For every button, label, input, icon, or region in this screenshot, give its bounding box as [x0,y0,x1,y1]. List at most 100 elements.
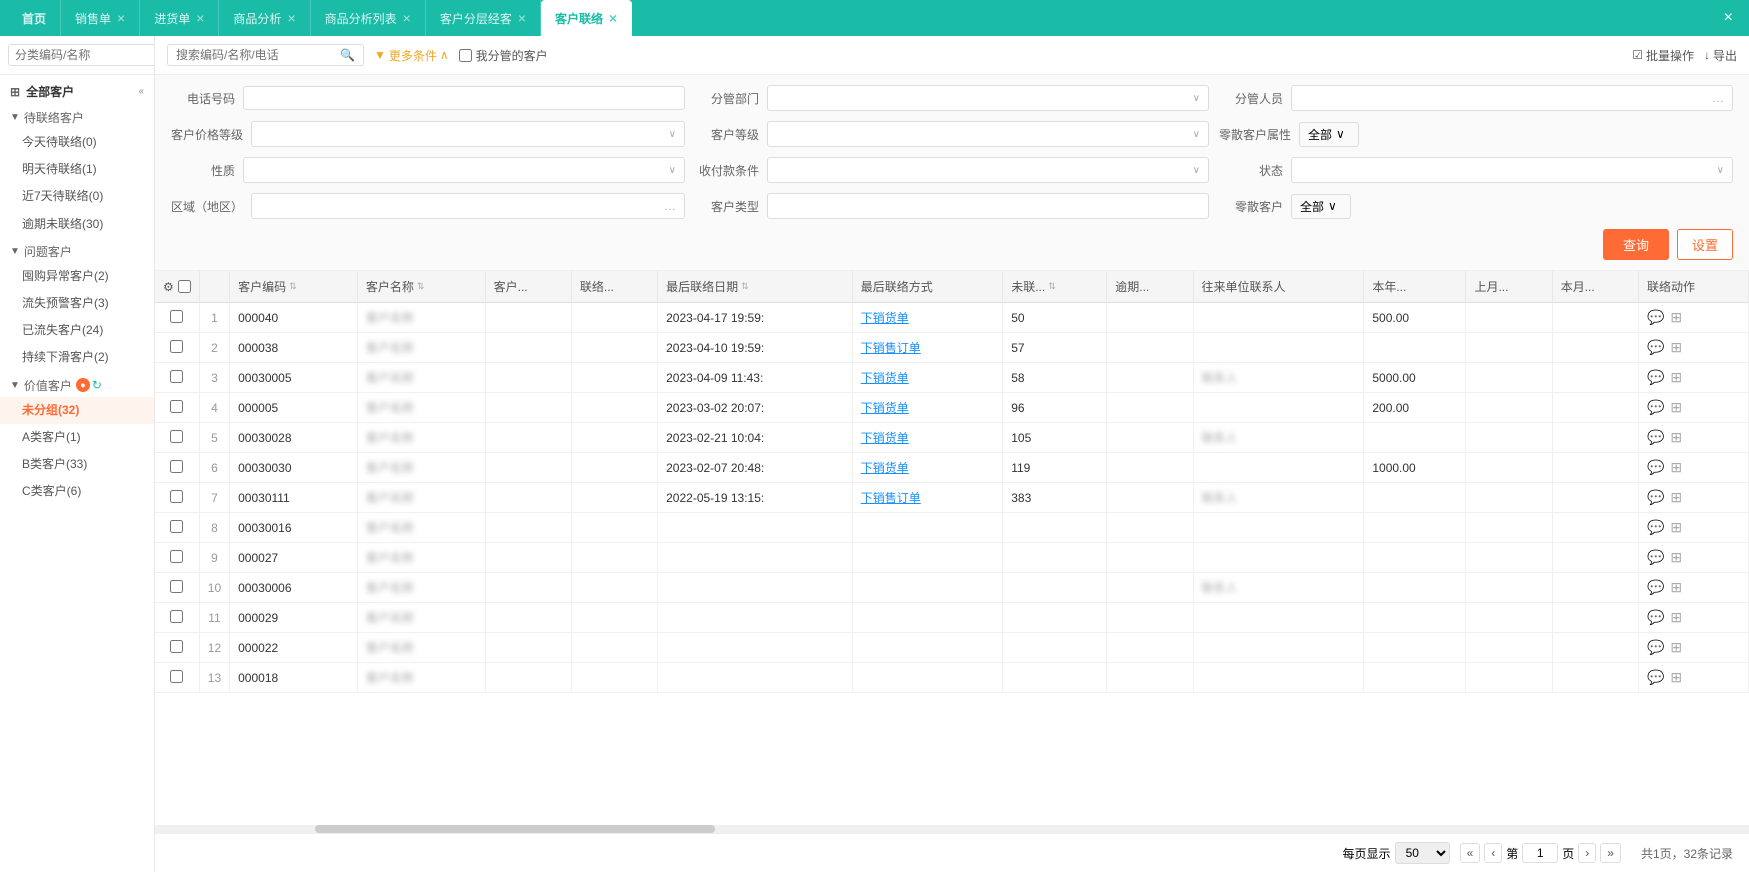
contact-grid-icon-3[interactable]: ⊞ [1670,399,1682,416]
tab-product-analysis-list[interactable]: 商品分析列表 × [311,0,426,36]
sidebar-problem-customers-title[interactable]: ▼ 问题客户 [0,238,154,263]
window-close-button[interactable]: × [1716,9,1741,27]
contact-chat-icon-7[interactable]: 💬 [1647,519,1664,536]
row-checkbox-8[interactable] [170,550,183,563]
row-code-8[interactable]: 000027 [230,543,358,573]
status-select[interactable]: ∨ [1291,157,1733,183]
row-last-contact-method-6[interactable]: 下销售订单 [852,483,1003,513]
row-last-contact-method-3[interactable]: 下销货单 [852,393,1003,423]
row-code-3[interactable]: 000005 [230,393,358,423]
tab-customer-contact-close[interactable]: × [609,10,617,26]
contact-grid-icon-0[interactable]: ⊞ [1670,309,1682,326]
contact-grid-icon-5[interactable]: ⊞ [1670,459,1682,476]
sidebar-item-churn-warning[interactable]: 流失预警客户(3) [0,290,154,317]
gender-select[interactable]: ∨ [243,157,685,183]
row-last-contact-method-8[interactable] [852,543,1003,573]
row-code-2[interactable]: 00030005 [230,363,358,393]
per-page-select[interactable]: 50 20 100 [1395,842,1450,864]
sidebar-item-class-c[interactable]: C类客户(6) [0,478,154,505]
row-name-2[interactable]: 客户名称 [357,363,485,393]
tab-product-analysis-list-close[interactable]: × [403,10,411,26]
area-select[interactable]: … [251,193,685,219]
row-last-contact-method-9[interactable] [852,573,1003,603]
row-checkbox-0[interactable] [170,310,183,323]
tab-product-analysis-close[interactable]: × [287,10,295,26]
sidebar-search-input[interactable] [8,44,155,66]
next-page-btn[interactable]: › [1578,843,1596,863]
first-page-btn[interactable]: « [1460,843,1481,863]
row-last-contact-method-2[interactable]: 下销货单 [852,363,1003,393]
contact-grid-icon-11[interactable]: ⊞ [1670,639,1682,656]
person-select[interactable]: … [1291,85,1733,111]
contact-chat-icon-9[interactable]: 💬 [1647,579,1664,596]
row-name-12[interactable]: 客户名称 [357,663,485,693]
sidebar-item-today-pending[interactable]: 今天待联络(0) [0,129,154,156]
row-code-4[interactable]: 00030028 [230,423,358,453]
row-checkbox-1[interactable] [170,340,183,353]
contact-grid-icon-7[interactable]: ⊞ [1670,519,1682,536]
row-checkbox-9[interactable] [170,580,183,593]
batch-operation-btn[interactable]: ☑ 批量操作 [1632,47,1694,64]
tab-product-analysis[interactable]: 商品分析 × [219,0,310,36]
row-name-11[interactable]: 客户名称 [357,633,485,663]
contact-grid-icon-2[interactable]: ⊞ [1670,369,1682,386]
last-page-btn[interactable]: » [1600,843,1621,863]
sidebar-item-class-b[interactable]: B类客户(33) [0,451,154,478]
row-code-10[interactable]: 000029 [230,603,358,633]
row-name-6[interactable]: 客户名称 [357,483,485,513]
contact-chat-icon-0[interactable]: 💬 [1647,309,1664,326]
prev-page-btn[interactable]: ‹ [1484,843,1502,863]
tab-customer-segment[interactable]: 客户分层经客 × [426,0,541,36]
contact-chat-icon-12[interactable]: 💬 [1647,669,1664,686]
row-last-contact-method-1[interactable]: 下销售订单 [852,333,1003,363]
row-code-5[interactable]: 00030030 [230,453,358,483]
retail-customer-select[interactable]: 全部 ∨ [1291,194,1351,219]
row-last-contact-method-10[interactable] [852,603,1003,633]
contact-grid-icon-1[interactable]: ⊞ [1670,339,1682,356]
row-last-contact-method-11[interactable] [852,633,1003,663]
contact-chat-icon-10[interactable]: 💬 [1647,609,1664,626]
reset-button[interactable]: 设置 [1677,229,1733,260]
sidebar-item-hoarding-anomaly[interactable]: 囤购异常客户(2) [0,263,154,290]
main-search-icon[interactable]: 🔍 [340,48,355,62]
row-checkbox-4[interactable] [170,430,183,443]
tab-purchase[interactable]: 进货单 × [140,0,219,36]
settings-icon[interactable]: ⚙ [163,280,174,294]
row-checkbox-7[interactable] [170,520,183,533]
payment-select[interactable]: ∨ [767,157,1209,183]
row-last-contact-method-7[interactable] [852,513,1003,543]
row-code-6[interactable]: 00030111 [230,483,358,513]
my-customers-check[interactable] [459,49,472,62]
row-name-9[interactable]: 客户名称 [357,573,485,603]
row-code-0[interactable]: 000040 [230,303,358,333]
sidebar-item-ungroup[interactable]: 未分组(32) [0,397,154,424]
select-all-checkbox[interactable] [178,280,191,293]
sidebar-item-class-a[interactable]: A类客户(1) [0,424,154,451]
contact-grid-icon-6[interactable]: ⊞ [1670,489,1682,506]
tab-customer-segment-close[interactable]: × [518,10,526,26]
lcd-sort-icon[interactable]: ⇅ [741,281,749,292]
page-input[interactable] [1522,843,1558,863]
row-checkbox-12[interactable] [170,670,183,683]
sidebar-item-declining[interactable]: 持续下滑客户(2) [0,344,154,371]
row-name-0[interactable]: 客户名称 [357,303,485,333]
contact-chat-icon-5[interactable]: 💬 [1647,459,1664,476]
contact-chat-icon-1[interactable]: 💬 [1647,339,1664,356]
sidebar-item-churned[interactable]: 已流失客户(24) [0,317,154,344]
nc-sort-icon[interactable]: ⇅ [1048,281,1056,292]
contact-grid-icon-8[interactable]: ⊞ [1670,549,1682,566]
sidebar-item-7day-pending[interactable]: 近7天待联络(0) [0,183,154,210]
phone-input[interactable] [243,86,685,110]
row-last-contact-method-0[interactable]: 下销货单 [852,303,1003,333]
contact-grid-icon-12[interactable]: ⊞ [1670,669,1682,686]
row-checkbox-2[interactable] [170,370,183,383]
row-name-3[interactable]: 客户名称 [357,393,485,423]
contact-chat-icon-11[interactable]: 💬 [1647,639,1664,656]
row-checkbox-5[interactable] [170,460,183,473]
row-checkbox-10[interactable] [170,610,183,623]
row-code-12[interactable]: 000018 [230,663,358,693]
tab-sales-close[interactable]: × [117,10,125,26]
more-filters-btn[interactable]: ▼ 更多条件 ∧ [374,47,449,64]
contact-chat-icon-6[interactable]: 💬 [1647,489,1664,506]
row-code-11[interactable]: 000022 [230,633,358,663]
